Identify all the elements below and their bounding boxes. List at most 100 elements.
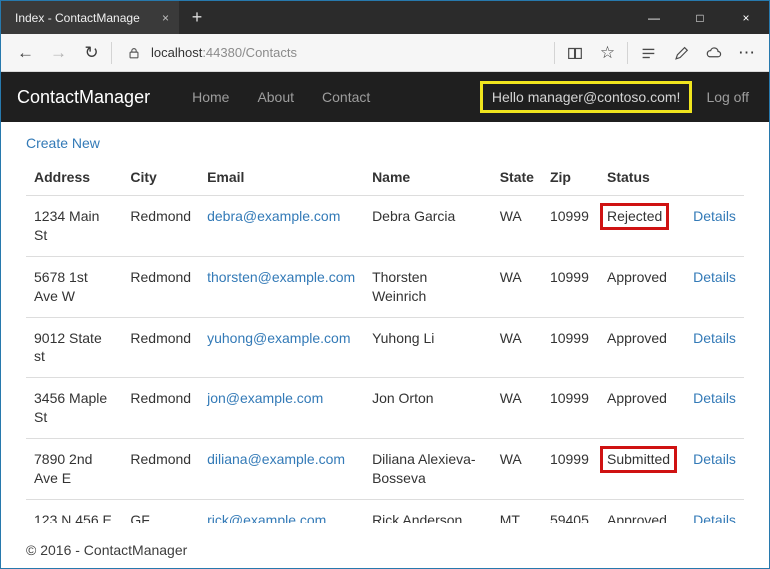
tab-title: Index - ContactManage [15, 11, 154, 25]
cell-city: Redmond [122, 256, 199, 317]
details-link[interactable]: Details [693, 451, 736, 467]
cell-zip: 10999 [542, 439, 599, 500]
status-badge: Approved [607, 330, 667, 346]
tab-bar: Index - ContactManage × + — □ × [1, 1, 769, 34]
divider [554, 42, 555, 64]
contacts-table: Address City Email Name State Zip Status… [26, 159, 744, 523]
table-row: 7890 2nd Ave E Redmond diliana@example.c… [26, 439, 744, 500]
email-link[interactable]: yuhong@example.com [207, 330, 350, 346]
col-header-email: Email [199, 159, 364, 196]
cell-name: Debra Garcia [364, 196, 492, 257]
cell-name: Rick Anderson [364, 499, 492, 523]
table-header-row: Address City Email Name State Zip Status [26, 159, 744, 196]
address-bar: ← → ↻ localhost:44380/Contacts ☆ [1, 34, 769, 72]
reading-view-icon[interactable] [558, 36, 591, 69]
log-off-link[interactable]: Log off [706, 89, 753, 105]
cell-address: 123 N 456 E [26, 499, 122, 523]
browser-window: Index - ContactManage × + — □ × ← → ↻ lo… [0, 0, 770, 569]
email-link[interactable]: jon@example.com [207, 390, 323, 406]
details-link[interactable]: Details [693, 208, 736, 224]
cell-address: 5678 1st Ave W [26, 256, 122, 317]
col-header-actions [685, 159, 744, 196]
web-note-pen-icon[interactable] [664, 36, 697, 69]
details-link[interactable]: Details [693, 512, 736, 523]
table-row: 123 N 456 E GF rick@example.com Rick And… [26, 499, 744, 523]
cell-city: Redmond [122, 196, 199, 257]
divider [627, 42, 628, 64]
cell-zip: 10999 [542, 317, 599, 378]
cell-state: WA [492, 256, 542, 317]
refresh-icon[interactable]: ↻ [75, 36, 108, 69]
url-text: localhost:44380/Contacts [151, 45, 297, 60]
cell-address: 9012 State st [26, 317, 122, 378]
email-link[interactable]: diliana@example.com [207, 451, 345, 467]
share-icon[interactable] [697, 36, 730, 69]
navbar-right: Hello manager@contoso.com! Log off [480, 81, 753, 113]
cell-state: MT [492, 499, 542, 523]
cell-state: WA [492, 317, 542, 378]
status-badge: Approved [607, 512, 667, 523]
col-header-status: Status [599, 159, 685, 196]
cell-name: Thorsten Weinrich [364, 256, 492, 317]
status-badge-highlighted: Submitted [600, 446, 677, 473]
create-new-link[interactable]: Create New [26, 135, 100, 151]
nav-item-about[interactable]: About [243, 89, 308, 105]
col-header-state: State [492, 159, 542, 196]
email-link[interactable]: debra@example.com [207, 208, 340, 224]
details-link[interactable]: Details [693, 269, 736, 285]
col-header-zip: Zip [542, 159, 599, 196]
cell-name: Jon Orton [364, 378, 492, 439]
email-link[interactable]: rick@example.com [207, 512, 326, 523]
col-header-name: Name [364, 159, 492, 196]
cell-city: Redmond [122, 378, 199, 439]
window-controls: — □ × [631, 1, 769, 34]
nav-item-contact[interactable]: Contact [308, 89, 384, 105]
page-footer: © 2016 - ContactManager [1, 523, 769, 568]
cell-city: Redmond [122, 439, 199, 500]
more-options-icon[interactable]: ⋯ [730, 36, 763, 69]
col-header-address: Address [26, 159, 122, 196]
divider [111, 42, 112, 64]
table-row: 9012 State st Redmond yuhong@example.com… [26, 317, 744, 378]
status-badge: Approved [607, 390, 667, 406]
cell-state: WA [492, 439, 542, 500]
cell-address: 1234 Main St [26, 196, 122, 257]
window-close-button[interactable]: × [723, 1, 769, 34]
col-header-city: City [122, 159, 199, 196]
details-link[interactable]: Details [693, 330, 736, 346]
user-greeting[interactable]: Hello manager@contoso.com! [480, 81, 693, 113]
favorites-star-icon[interactable]: ☆ [591, 36, 624, 69]
new-tab-button[interactable]: + [179, 1, 215, 34]
nav-item-home[interactable]: Home [178, 89, 243, 105]
email-link[interactable]: thorsten@example.com [207, 269, 355, 285]
browser-tab[interactable]: Index - ContactManage × [1, 1, 179, 34]
cell-state: WA [492, 196, 542, 257]
hub-icon[interactable] [631, 36, 664, 69]
cell-zip: 10999 [542, 378, 599, 439]
site-navbar: ContactManager Home About Contact Hello … [1, 72, 769, 122]
maximize-button[interactable]: □ [677, 1, 723, 34]
url-input[interactable]: localhost:44380/Contacts [115, 38, 551, 68]
cell-city: Redmond [122, 317, 199, 378]
lock-icon[interactable] [125, 44, 143, 62]
page-content: Create New Address City Email Name State… [1, 122, 769, 523]
forward-icon: → [42, 36, 75, 69]
url-path: :44380/Contacts [202, 45, 297, 60]
cell-zip: 59405 [542, 499, 599, 523]
brand-link[interactable]: ContactManager [17, 87, 150, 108]
cell-city: GF [122, 499, 199, 523]
url-host: localhost [151, 45, 202, 60]
cell-zip: 10999 [542, 256, 599, 317]
tab-close-icon[interactable]: × [162, 11, 169, 25]
cell-address: 7890 2nd Ave E [26, 439, 122, 500]
cell-name: Diliana Alexieva-Bosseva [364, 439, 492, 500]
table-row: 1234 Main St Redmond debra@example.com D… [26, 196, 744, 257]
back-icon[interactable]: ← [9, 36, 42, 69]
table-row: 3456 Maple St Redmond jon@example.com Jo… [26, 378, 744, 439]
cell-state: WA [492, 378, 542, 439]
minimize-button[interactable]: — [631, 1, 677, 34]
cell-name: Yuhong Li [364, 317, 492, 378]
status-badge-highlighted: Rejected [600, 203, 669, 230]
details-link[interactable]: Details [693, 390, 736, 406]
cell-address: 3456 Maple St [26, 378, 122, 439]
